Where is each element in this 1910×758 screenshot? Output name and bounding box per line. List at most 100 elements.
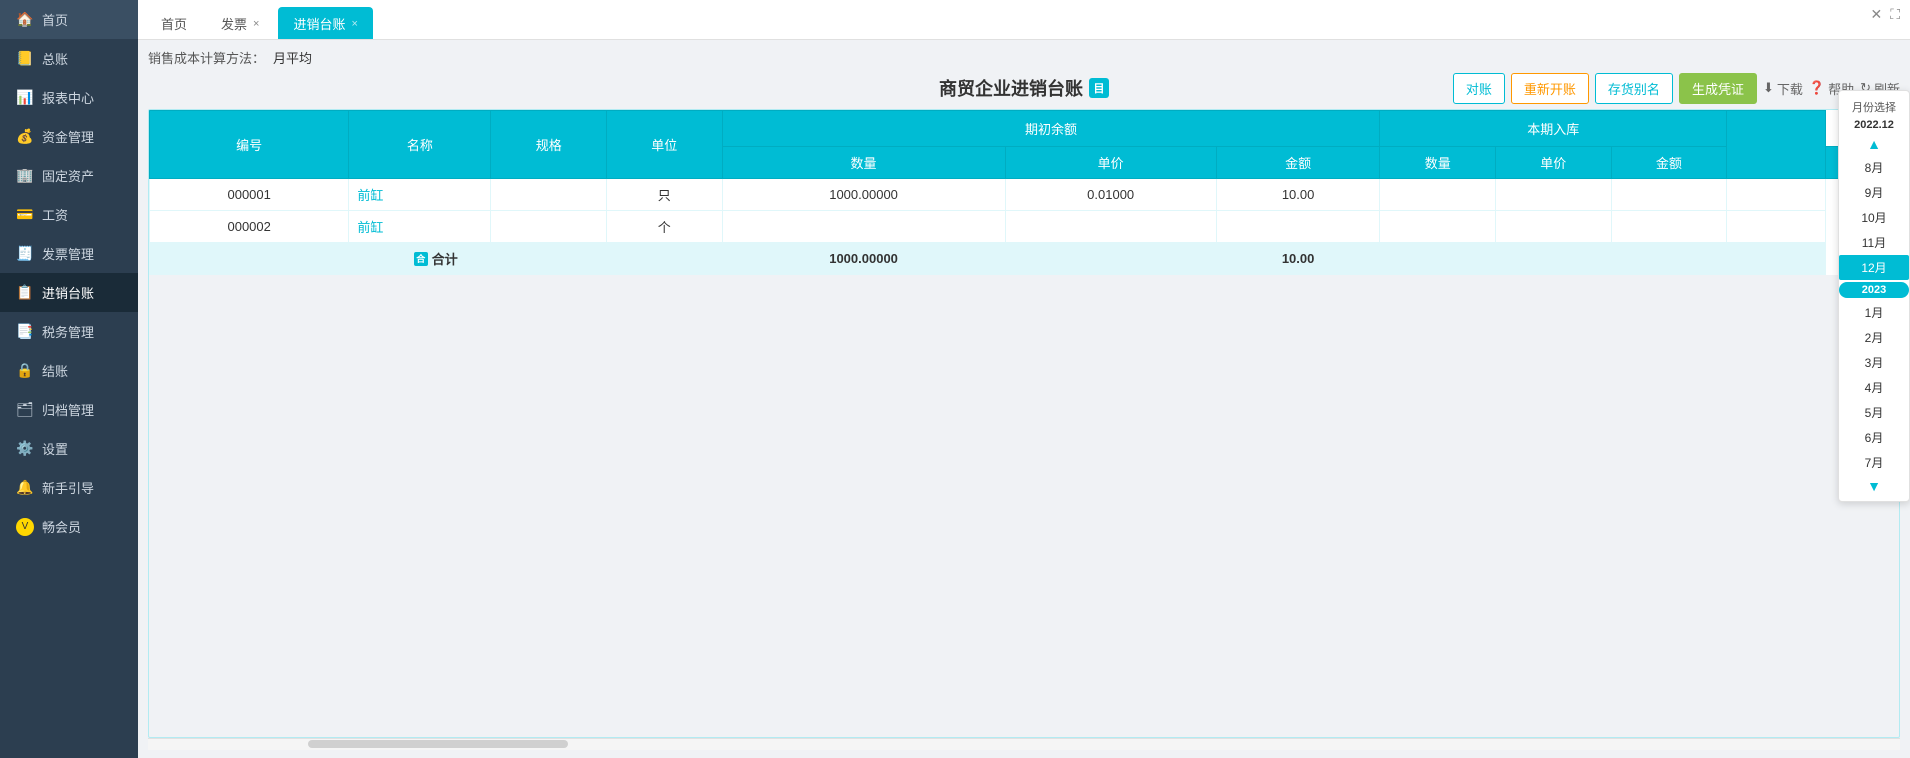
col-extra <box>1727 111 1826 179</box>
home-icon: 🏠 <box>16 11 34 28</box>
month-panel-title: 月份选择 <box>1852 95 1896 117</box>
cell-name-1: 前缸 <box>349 179 491 211</box>
sidebar-label-funds: 资金管理 <box>42 127 94 146</box>
tab-invoice-close[interactable]: × <box>253 18 259 30</box>
tab-bar: 首页 发票 × 进销台账 × <box>138 0 1910 40</box>
sub-col-ob-price: 单价 <box>1005 147 1216 179</box>
month-1[interactable]: 1月 <box>1839 300 1909 325</box>
reopen-button[interactable]: 重新开账 <box>1511 73 1589 104</box>
purchase-sale-icon: 📋 <box>16 284 34 301</box>
year-2023-badge: 2023 <box>1839 282 1909 298</box>
reconcile-button[interactable]: 对账 <box>1453 73 1505 104</box>
month-6[interactable]: 6月 <box>1839 425 1909 450</box>
closing-icon: 🔒 <box>16 362 34 379</box>
page-content: 销售成本计算方法： 月平均 商贸企业进销台账 目 对账 重新开账 存货别名 生成… <box>138 40 1910 758</box>
data-table-wrapper[interactable]: 编号 名称 规格 单位 期初余额 本期入库 数量 单价 金额 数量 单价 <box>148 109 1900 738</box>
sidebar-label-reports: 报表中心 <box>42 88 94 107</box>
month-7[interactable]: 7月 <box>1839 450 1909 475</box>
sidebar-label-closing: 结账 <box>42 361 68 380</box>
sidebar-item-guide[interactable]: 🔔 新手引导 <box>0 468 138 507</box>
page-title: 商贸企业进销台账 目 <box>939 75 1109 101</box>
sub-col-ob-qty: 数量 <box>722 147 1005 179</box>
cell-ob-qty-1: 1000.00000 <box>722 179 1005 211</box>
month-12[interactable]: 12月 <box>1839 255 1909 280</box>
month-9[interactable]: 9月 <box>1839 180 1909 205</box>
sidebar-item-salary[interactable]: 💳 工资 <box>0 195 138 234</box>
member-icon: V <box>16 518 34 536</box>
archive-icon: 🗂 <box>16 401 34 418</box>
cell-name-2[interactable]: 前缸 <box>349 211 491 243</box>
download-icon: ⬇ <box>1763 80 1774 96</box>
fixed-assets-icon: 🏢 <box>16 167 34 184</box>
sidebar-label-member: 畅会员 <box>42 517 81 536</box>
sidebar-item-purchase-sale[interactable]: 📋 进销台账 <box>0 273 138 312</box>
total-label-text: 合计 <box>432 249 458 268</box>
save-as-button[interactable]: 存货别名 <box>1595 73 1673 104</box>
month-4[interactable]: 4月 <box>1839 375 1909 400</box>
tab-invoice[interactable]: 发票 × <box>206 7 274 39</box>
sub-col-cp-price: 单价 <box>1496 147 1612 179</box>
total-ob-amount: 10.00 <box>1216 243 1380 275</box>
sidebar-item-fixed-assets[interactable]: 🏢 固定资产 <box>0 156 138 195</box>
sub-col-ob-amount: 金额 <box>1216 147 1380 179</box>
table-row: 000001 前缸 只 1000.00000 0.01000 10.00 <box>150 179 1899 211</box>
cell-extra-1 <box>1727 179 1826 211</box>
scrollbar-track[interactable] <box>308 740 568 748</box>
sidebar-item-settings[interactable]: ⚙️ 设置 <box>0 429 138 468</box>
download-button[interactable]: ⬇ 下载 <box>1763 79 1803 98</box>
tab-invoice-label: 发票 <box>221 14 247 33</box>
close-button[interactable]: ✕ <box>1870 6 1882 23</box>
data-table: 编号 名称 规格 单位 期初余额 本期入库 数量 单价 金额 数量 单价 <box>149 110 1899 275</box>
cell-cp-price-1 <box>1496 179 1612 211</box>
maximize-button[interactable]: ⛶ <box>1890 6 1900 23</box>
month-10[interactable]: 10月 <box>1839 205 1909 230</box>
sidebar-label-guide: 新手引导 <box>42 478 94 497</box>
tab-home[interactable]: 首页 <box>146 7 202 39</box>
sidebar-item-funds[interactable]: 💰 资金管理 <box>0 117 138 156</box>
tab-purchase-sale-label: 进销台账 <box>293 14 345 33</box>
total-ob-price <box>1005 243 1216 275</box>
total-icon: 合 <box>414 252 428 266</box>
total-row: 合 合计 1000.00000 10.00 <box>150 243 1899 275</box>
month-8[interactable]: 8月 <box>1839 155 1909 180</box>
cell-ob-amount-2 <box>1216 211 1380 243</box>
total-cp-price <box>1496 243 1612 275</box>
cell-code-1: 000001 <box>150 179 349 211</box>
sidebar-label-home: 首页 <box>42 10 68 29</box>
sidebar-label-salary: 工资 <box>42 205 68 224</box>
col-code: 编号 <box>150 111 349 179</box>
cell-extra-2 <box>1727 211 1826 243</box>
sidebar-item-reports[interactable]: 📊 报表中心 <box>0 78 138 117</box>
month-2[interactable]: 2月 <box>1839 325 1909 350</box>
cell-ob-qty-2 <box>722 211 1005 243</box>
tab-home-label: 首页 <box>161 14 187 33</box>
invoice-mgmt-icon: 🧾 <box>16 245 34 262</box>
cell-unit-2: 个 <box>607 211 723 243</box>
month-scroll-up[interactable]: ▲ <box>1867 133 1881 155</box>
sidebar-item-closing[interactable]: 🔒 结账 <box>0 351 138 390</box>
month-scroll-down[interactable]: ▼ <box>1867 475 1881 497</box>
scrollbar-area[interactable] <box>148 738 1900 750</box>
cost-method-value: 月平均 <box>273 48 312 67</box>
sidebar-item-ledger[interactable]: 📒 总账 <box>0 39 138 78</box>
sidebar-item-tax[interactable]: 📑 税务管理 <box>0 312 138 351</box>
total-ob-qty: 1000.00000 <box>722 243 1005 275</box>
tab-purchase-sale[interactable]: 进销台账 × <box>278 7 372 39</box>
sidebar-item-invoice-mgmt[interactable]: 🧾 发票管理 <box>0 234 138 273</box>
total-cp-amount <box>1611 243 1727 275</box>
sidebar-item-archive[interactable]: 🗂 归档管理 <box>0 390 138 429</box>
tab-purchase-sale-close[interactable]: × <box>351 18 357 30</box>
window-controls: ✕ ⛶ <box>1870 6 1900 23</box>
month-3[interactable]: 3月 <box>1839 350 1909 375</box>
generate-voucher-button[interactable]: 生成凭证 <box>1679 73 1757 104</box>
total-extra <box>1727 243 1826 275</box>
sidebar-item-member[interactable]: V 畅会员 <box>0 507 138 546</box>
sidebar-item-home[interactable]: 🏠 首页 <box>0 0 138 39</box>
cell-cp-qty-2 <box>1380 211 1496 243</box>
cell-code-2: 000002 <box>150 211 349 243</box>
month-panel-year-2022: 2022.12 <box>1854 117 1894 133</box>
month-5[interactable]: 5月 <box>1839 400 1909 425</box>
tax-icon: 📑 <box>16 323 34 340</box>
main-area: 首页 发票 × 进销台账 × 销售成本计算方法： 月平均 商贸企业进销台账 目 … <box>138 0 1910 758</box>
month-11[interactable]: 11月 <box>1839 230 1909 255</box>
